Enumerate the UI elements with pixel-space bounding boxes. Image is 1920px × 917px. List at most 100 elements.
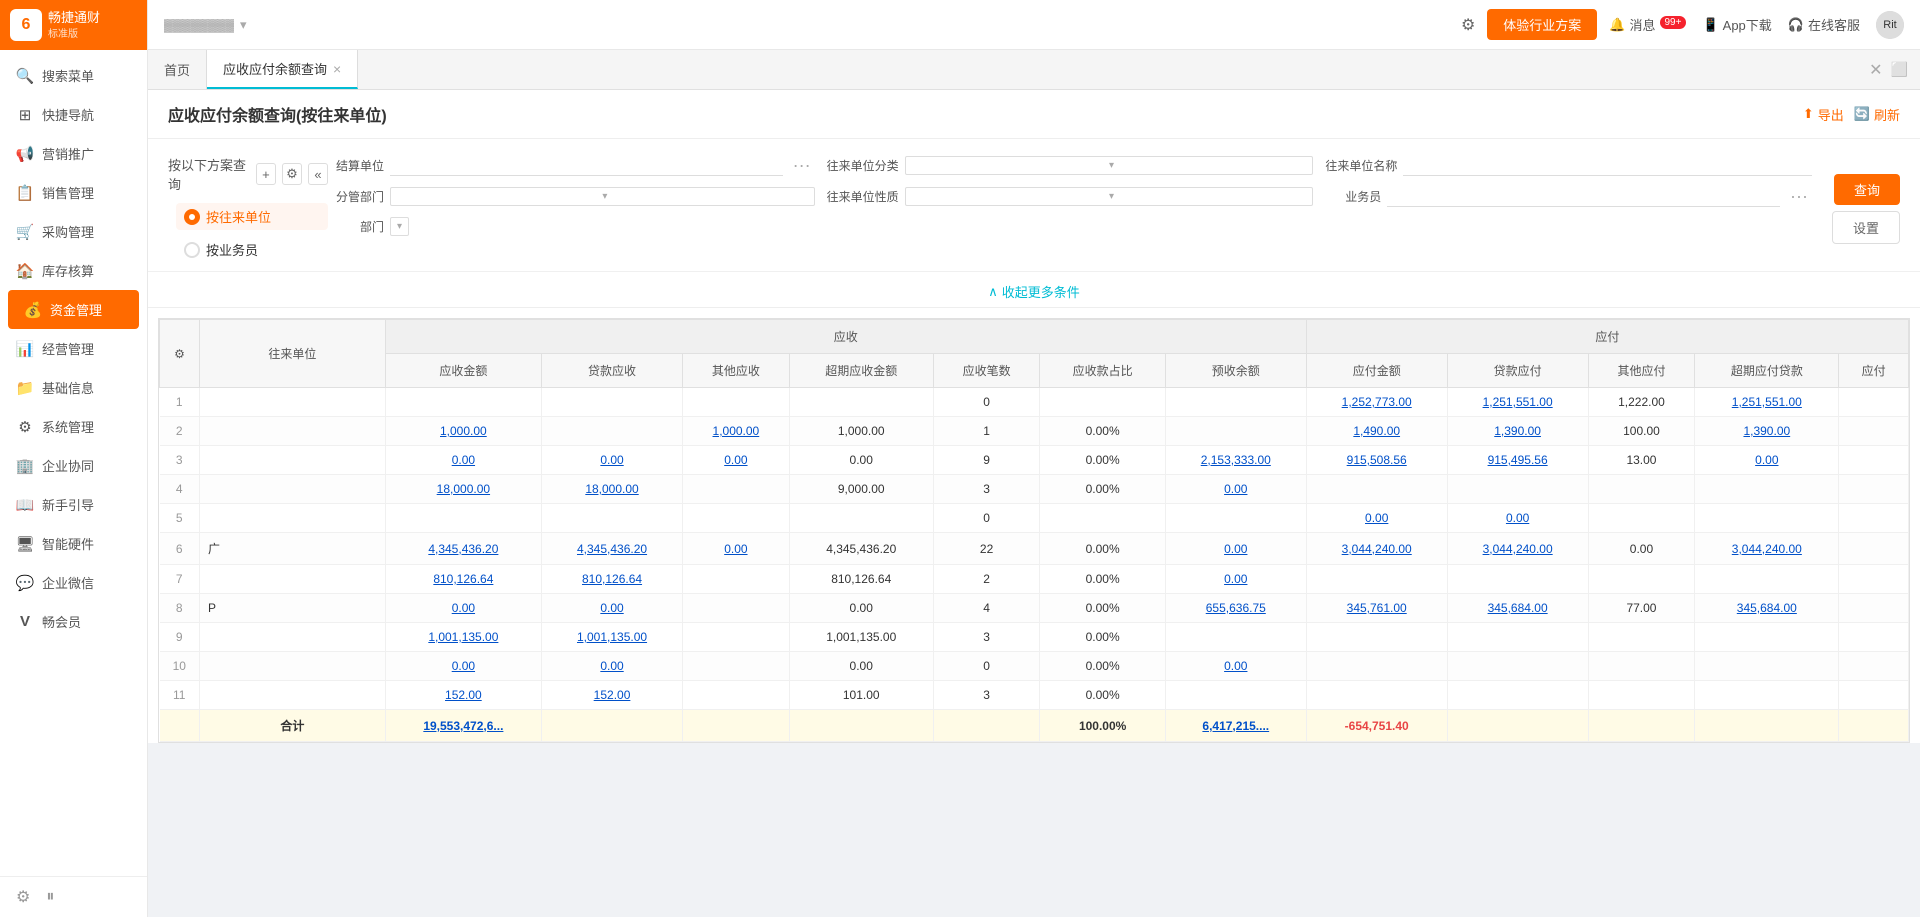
message-button[interactable]: 🔔 消息 99+ bbox=[1609, 15, 1686, 34]
sidebar-item-label: 资金管理 bbox=[50, 300, 102, 319]
row-number: 9 bbox=[160, 623, 200, 652]
collapse-icon[interactable]: ⏸ bbox=[46, 888, 54, 906]
salesperson-input-wrap[interactable] bbox=[1387, 186, 1780, 207]
gear-icon[interactable]: ⚙ bbox=[1461, 15, 1475, 35]
sidebar-item-finance[interactable]: 💰 资金管理 bbox=[8, 290, 139, 329]
th-loan-payable: 贷款应付 bbox=[1447, 354, 1588, 388]
refresh-button[interactable]: 🔄 刷新 bbox=[1854, 105, 1900, 124]
table-row: 101,252,773.001,251,551.001,222.001,251,… bbox=[160, 388, 1909, 417]
sidebar-item-label: 搜索菜单 bbox=[42, 66, 94, 85]
sidebar-item-wechat[interactable]: 💬 企业微信 bbox=[0, 563, 147, 602]
sidebar-item-system[interactable]: ⚙ 系统管理 bbox=[0, 407, 147, 446]
sidebar-item-label: 营销推广 bbox=[42, 144, 94, 163]
tab-balance-label: 应收应付余额查询 bbox=[223, 59, 327, 78]
sidebar-item-inventory[interactable]: 🏠 库存核算 bbox=[0, 251, 147, 290]
online-service-button[interactable]: 🎧 在线客服 bbox=[1788, 15, 1860, 34]
dropdown-arrow2: ▾ bbox=[602, 191, 807, 202]
row-number: 10 bbox=[160, 652, 200, 681]
total-receivable-ratio: 100.00% bbox=[1040, 710, 1165, 742]
sidebar-item-hardware[interactable]: 🖥 智能硬件 bbox=[0, 524, 147, 563]
sidebar-item-enterprise[interactable]: 🏢 企业协同 bbox=[0, 446, 147, 485]
refresh-label: 刷新 bbox=[1874, 105, 1900, 124]
settings-scheme-button[interactable]: ⚙ bbox=[282, 163, 302, 185]
tab-home[interactable]: 首页 bbox=[148, 50, 207, 89]
settlement-dots-button[interactable]: ··· bbox=[789, 155, 815, 176]
filter-option-salesperson[interactable]: 按业务员 bbox=[176, 236, 328, 263]
total-receivable-amount[interactable]: 19,553,472,6... bbox=[385, 710, 541, 742]
settlement-unit-input[interactable] bbox=[394, 158, 779, 172]
dept-manager-select[interactable]: ▾ bbox=[390, 187, 815, 206]
collapse-button[interactable]: ∧ 收起更多条件 bbox=[148, 276, 1920, 308]
sidebar-item-label: 快捷导航 bbox=[42, 105, 94, 124]
app-download-button[interactable]: 📱 App下载 bbox=[1702, 15, 1771, 34]
filter-options: 按往来单位 按业务员 bbox=[168, 203, 328, 263]
total-advance-balance[interactable]: 6,417,215.... bbox=[1165, 710, 1306, 742]
table-row: 500.000.00 bbox=[160, 504, 1909, 533]
partner-name-input-wrap[interactable] bbox=[1403, 155, 1812, 176]
filter-fields: 结算单位 ··· 往来单位分类 ▾ 往来单位名称 bbox=[328, 155, 1812, 263]
th-receivable-ratio: 应收款占比 bbox=[1040, 354, 1165, 388]
sidebar-item-search[interactable]: 🔍 搜索菜单 bbox=[0, 56, 147, 95]
dept-select[interactable]: ▾ bbox=[390, 217, 409, 236]
table-row: 418,000.0018,000.009,000.0030.00%0.00 bbox=[160, 475, 1909, 504]
salesperson-input[interactable] bbox=[1391, 189, 1776, 203]
inventory-icon: 🏠 bbox=[16, 262, 34, 280]
th-settings[interactable]: ⚙ bbox=[160, 320, 200, 388]
tab-close-icon[interactable]: × bbox=[333, 61, 341, 77]
partner-category-select[interactable]: ▾ bbox=[905, 156, 1314, 175]
settlement-unit-input-wrap[interactable] bbox=[390, 155, 783, 176]
total-other-payable bbox=[1588, 710, 1695, 742]
topbar: ▓▓▓▓▓▓▓▓ ▾ ⚙ 体验行业方案 🔔 消息 99+ 📱 App下载 🎧 在… bbox=[148, 0, 1920, 50]
export-button[interactable]: ⬆ 导出 bbox=[1803, 105, 1844, 124]
table-row: 7810,126.64810,126.64810,126.6420.00%0.0… bbox=[160, 565, 1909, 594]
sidebar-item-purchase[interactable]: 🛒 采购管理 bbox=[0, 212, 147, 251]
sidebar-item-guide[interactable]: 📖 新手引导 bbox=[0, 485, 147, 524]
sidebar-item-vip[interactable]: V 畅会员 bbox=[0, 602, 147, 641]
user-avatar[interactable]: Rit bbox=[1876, 11, 1904, 39]
total-settings bbox=[160, 710, 200, 742]
field-dept-manager: 分管部门 ▾ bbox=[328, 187, 815, 206]
dept-manager-label: 分管部门 bbox=[328, 188, 384, 205]
table-row: 100.000.000.0000.00%0.00 bbox=[160, 652, 1909, 681]
dropdown-arrow: ▾ bbox=[240, 17, 247, 33]
settings-icon[interactable]: ⚙ bbox=[16, 887, 30, 907]
set-button[interactable]: 设置 bbox=[1832, 211, 1900, 244]
scheme-label: 按以下方案查询 bbox=[168, 155, 250, 193]
field-partner-name: 往来单位名称 bbox=[1325, 155, 1812, 176]
close-window-icon[interactable]: ✕ bbox=[1869, 60, 1882, 80]
sidebar-item-marketing[interactable]: 📢 营销推广 bbox=[0, 134, 147, 173]
industry-solution-button[interactable]: 体验行业方案 bbox=[1487, 9, 1597, 40]
maximize-icon[interactable]: ⬜ bbox=[1891, 61, 1908, 78]
sidebar-item-label: 库存核算 bbox=[42, 261, 94, 280]
business-icon: 📊 bbox=[16, 340, 34, 358]
query-button[interactable]: 查询 bbox=[1834, 174, 1900, 205]
salesperson-label: 业务员 bbox=[1325, 188, 1381, 205]
table-settings-icon[interactable]: ⚙ bbox=[174, 347, 185, 361]
salesperson-dots-button[interactable]: ··· bbox=[1786, 186, 1812, 207]
collapse-label: 收起更多条件 bbox=[1002, 282, 1080, 301]
page-actions: ⬆ 导出 🔄 刷新 bbox=[1803, 105, 1900, 124]
content-wrapper: 应收应付余额查询(按往来单位) ⬆ 导出 🔄 刷新 按以下方案查询 + ⚙ bbox=[148, 90, 1920, 743]
filter-option-partner[interactable]: 按往来单位 bbox=[176, 203, 328, 230]
partner-name-input[interactable] bbox=[1407, 158, 1808, 172]
settlement-unit-label: 结算单位 bbox=[328, 157, 384, 174]
sidebar-item-basic-info[interactable]: 📁 基础信息 bbox=[0, 368, 147, 407]
data-table: ⚙ 往来单位 应收 应付 应收金额 贷款应收 其他应收 超期应收金额 应收笔数 … bbox=[159, 319, 1909, 742]
sidebar-item-nav[interactable]: ⊞ 快捷导航 bbox=[0, 95, 147, 134]
sidebar-item-label: 系统管理 bbox=[42, 417, 94, 436]
sidebar-item-business[interactable]: 📊 经营管理 bbox=[0, 329, 147, 368]
vip-icon: V bbox=[16, 613, 34, 631]
partner-nature-select[interactable]: ▾ bbox=[905, 187, 1314, 206]
sales-icon: 📋 bbox=[16, 184, 34, 202]
sidebar-item-label: 企业协同 bbox=[42, 456, 94, 475]
total-payable-col bbox=[1839, 710, 1909, 742]
tab-balance-query[interactable]: 应收应付余额查询 × bbox=[207, 50, 358, 89]
row-number: 3 bbox=[160, 446, 200, 475]
add-scheme-button[interactable]: + bbox=[256, 163, 276, 185]
th-payable-amount: 应付金额 bbox=[1306, 354, 1447, 388]
collapse-scheme-button[interactable]: « bbox=[308, 163, 328, 185]
guide-icon: 📖 bbox=[16, 496, 34, 514]
sidebar-item-sales[interactable]: 📋 销售管理 bbox=[0, 173, 147, 212]
company-selector[interactable]: ▓▓▓▓▓▓▓▓ ▾ bbox=[164, 17, 1449, 33]
option-partner-label: 按往来单位 bbox=[206, 207, 271, 226]
